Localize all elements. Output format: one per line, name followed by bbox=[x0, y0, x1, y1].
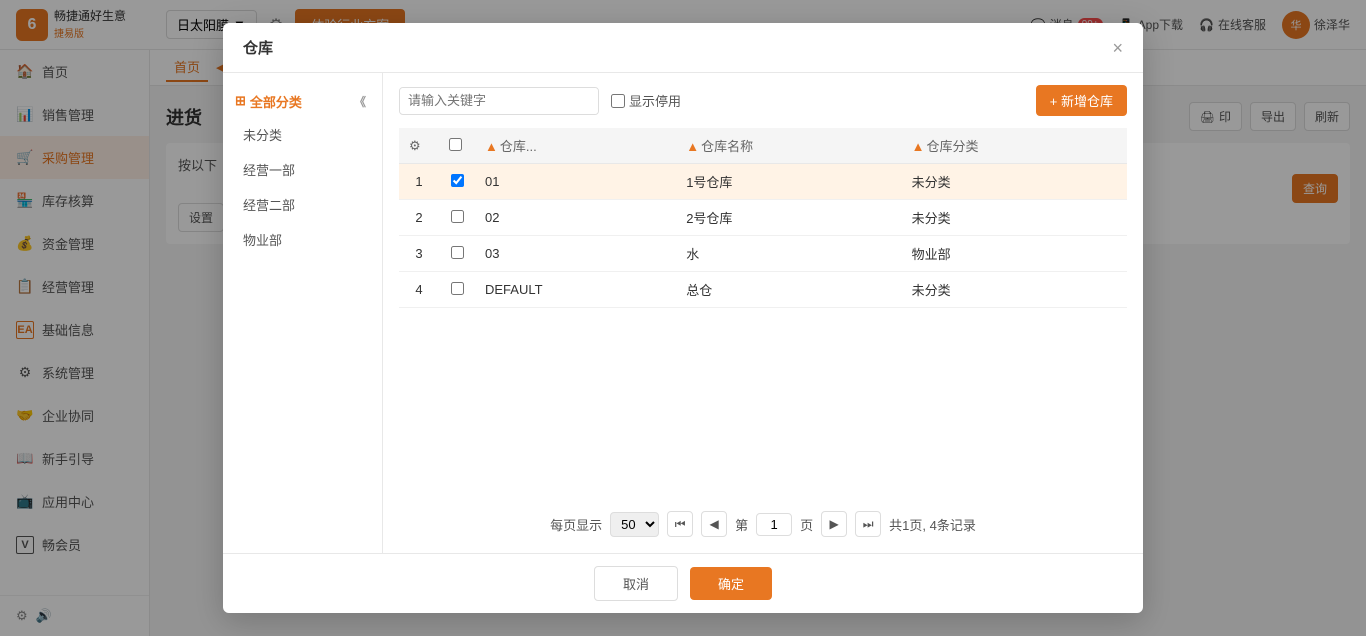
row-category: 物业部 bbox=[902, 236, 1127, 272]
category-collapse-button[interactable]: 《 bbox=[350, 91, 370, 111]
row-code: DEFAULT bbox=[475, 272, 676, 308]
row-name: 水 bbox=[676, 236, 901, 272]
th-category: ▲仓库分类 bbox=[902, 128, 1127, 164]
row-code: 02 bbox=[475, 200, 676, 236]
gear-icon[interactable]: ⚙ bbox=[409, 138, 421, 153]
search-input[interactable] bbox=[400, 88, 592, 113]
warehouse-modal: 仓库 × ⊞ 全部分类 《 未分类 经营一部 经营二部 物业部 bbox=[223, 23, 1143, 613]
confirm-button[interactable]: 确定 bbox=[690, 567, 772, 600]
row-category: 未分类 bbox=[902, 200, 1127, 236]
row-index: 2 bbox=[399, 200, 439, 236]
table-row[interactable]: 2 02 2号仓库 未分类 bbox=[399, 200, 1127, 236]
category-header: ⊞ 全部分类 《 bbox=[223, 85, 382, 117]
show-disabled-checkbox[interactable] bbox=[611, 94, 625, 108]
row-checkbox[interactable] bbox=[439, 236, 475, 272]
row-checkbox[interactable] bbox=[439, 164, 475, 200]
row-name: 总仓 bbox=[676, 272, 901, 308]
last-page-button[interactable]: ⏭ bbox=[855, 511, 881, 537]
row-checkbox[interactable] bbox=[439, 200, 475, 236]
table-row[interactable]: 4 DEFAULT 总仓 未分类 bbox=[399, 272, 1127, 308]
cat-item-property[interactable]: 物业部 bbox=[223, 222, 382, 257]
th-settings: ⚙ bbox=[399, 128, 439, 164]
modal-title: 仓库 bbox=[243, 37, 273, 58]
search-button[interactable]: 🔍 bbox=[592, 88, 599, 114]
first-page-button[interactable]: ⏮ bbox=[667, 511, 693, 537]
row-code: 01 bbox=[475, 164, 676, 200]
table-toolbar: 🔍 显示停用 + 新增仓库 bbox=[399, 85, 1127, 116]
row-checkbox[interactable] bbox=[439, 272, 475, 308]
cancel-button[interactable]: 取消 bbox=[594, 566, 678, 601]
search-box: 🔍 bbox=[399, 87, 599, 115]
show-disabled-toggle[interactable]: 显示停用 bbox=[611, 91, 681, 110]
modal-body: ⊞ 全部分类 《 未分类 经营一部 经营二部 物业部 🔍 bbox=[223, 73, 1143, 553]
cat-item-dept2[interactable]: 经营二部 bbox=[223, 187, 382, 222]
row-code: 03 bbox=[475, 236, 676, 272]
row-index: 3 bbox=[399, 236, 439, 272]
pagination: 每页显示 50 ⏮ ◀ 第 页 ▶ ⏭ 共1页, 4条记录 bbox=[399, 499, 1127, 541]
row-category: 未分类 bbox=[902, 164, 1127, 200]
grid-icon: ⊞ bbox=[235, 93, 246, 109]
modal-overlay: 仓库 × ⊞ 全部分类 《 未分类 经营一部 经营二部 物业部 bbox=[0, 0, 1366, 636]
warehouse-table: ⚙ ▲仓库... ▲仓库名称 ▲仓库分类 1 01 bbox=[399, 128, 1127, 308]
row-index: 4 bbox=[399, 272, 439, 308]
modal-header: 仓库 × bbox=[223, 23, 1143, 73]
all-category-label[interactable]: ⊞ 全部分类 bbox=[235, 92, 302, 111]
page-size-select[interactable]: 50 bbox=[610, 512, 659, 537]
table-area: 🔍 显示停用 + 新增仓库 ⚙ bbox=[383, 73, 1143, 553]
th-name: ▲仓库名称 bbox=[676, 128, 901, 164]
category-sidebar: ⊞ 全部分类 《 未分类 经营一部 经营二部 物业部 bbox=[223, 73, 383, 553]
cat-item-unclassified[interactable]: 未分类 bbox=[223, 117, 382, 152]
th-checkbox bbox=[439, 128, 475, 164]
select-all-checkbox[interactable] bbox=[449, 138, 462, 151]
add-warehouse-button[interactable]: + 新增仓库 bbox=[1036, 85, 1127, 116]
page-number-input[interactable] bbox=[756, 513, 792, 536]
cat-item-dept1[interactable]: 经营一部 bbox=[223, 152, 382, 187]
table-row[interactable]: 3 03 水 物业部 bbox=[399, 236, 1127, 272]
next-page-button[interactable]: ▶ bbox=[821, 511, 847, 537]
table-row[interactable]: 1 01 1号仓库 未分类 bbox=[399, 164, 1127, 200]
modal-footer: 取消 确定 bbox=[223, 553, 1143, 613]
prev-page-button[interactable]: ◀ bbox=[701, 511, 727, 537]
row-name: 1号仓库 bbox=[676, 164, 901, 200]
modal-close-button[interactable]: × bbox=[1112, 39, 1123, 57]
th-code: ▲仓库... bbox=[475, 128, 676, 164]
row-index: 1 bbox=[399, 164, 439, 200]
row-category: 未分类 bbox=[902, 272, 1127, 308]
row-name: 2号仓库 bbox=[676, 200, 901, 236]
